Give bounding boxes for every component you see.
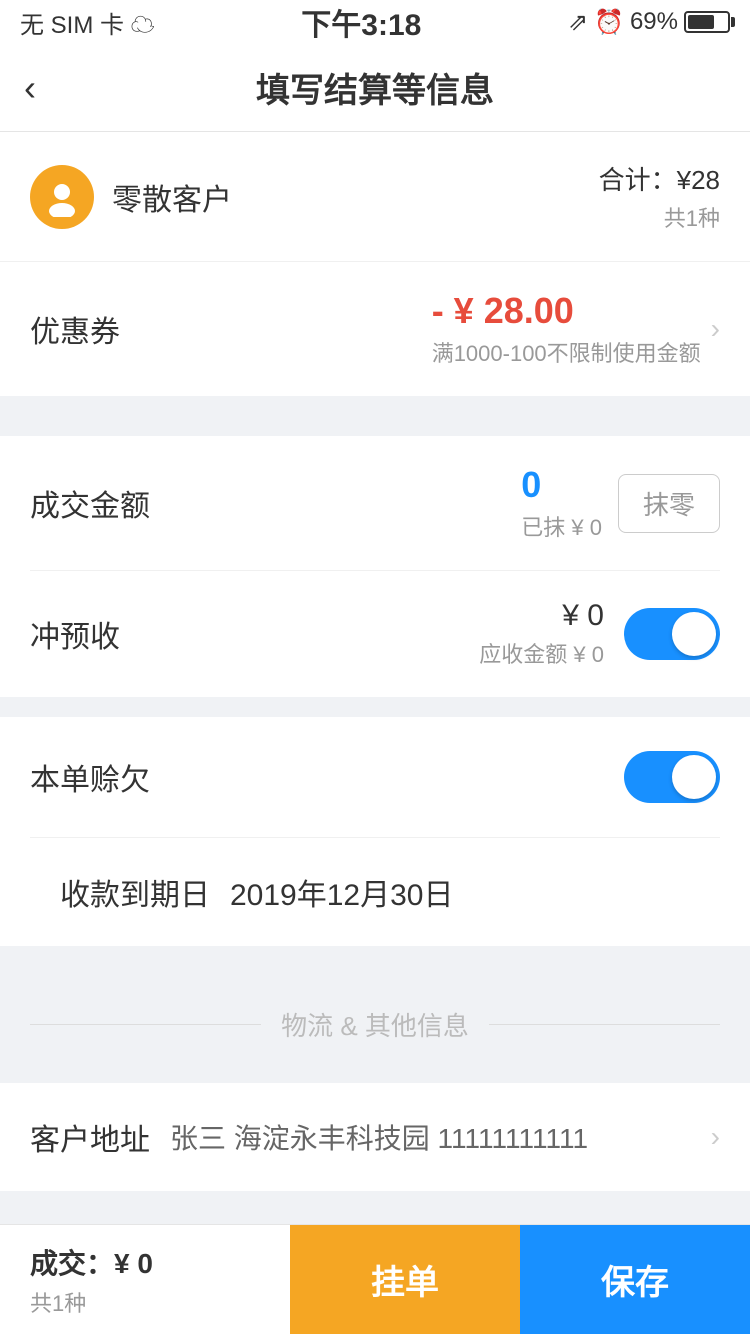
customer-total: 合计：¥28 共1种 (599, 160, 720, 233)
address-value: 张三 海淀永丰科技园 11111111111 (170, 1117, 588, 1157)
no-sim-text: 无 SIM 卡 ☁ (20, 5, 155, 40)
logistics-label: 物流 & 其他信息 (281, 1006, 469, 1043)
separator-4 (0, 1063, 750, 1083)
deal-amount-value: 0 (521, 464, 602, 506)
prepay-subtext: 应收金额 ¥ 0 (479, 637, 604, 669)
address-chevron-icon: › (711, 1121, 720, 1153)
due-date-value: 2019年12月30日 (230, 870, 453, 914)
debt-row: 本单赊欠 (30, 717, 720, 837)
separator-2 (0, 697, 750, 717)
save-button[interactable]: 保存 (520, 1225, 750, 1334)
deal-right: 0 已抹 ¥ 0 抹零 (521, 464, 720, 542)
bottom-info: 成交：¥ 0 共1种 (0, 1242, 290, 1318)
status-left: 无 SIM 卡 ☁ (20, 5, 155, 40)
avatar (30, 165, 94, 229)
battery-percent: 69% (630, 8, 678, 36)
customer-section: 零散客户 合计：¥28 共1种 优惠券 - ¥ 28.00 满1000-100不… (0, 132, 750, 396)
divider-line-left (30, 1024, 261, 1025)
bottom-deal: 成交：¥ 0 (30, 1242, 260, 1282)
round-off-button[interactable]: 抹零 (618, 474, 720, 533)
prepay-row: 冲预收 ¥ 0 应收金额 ¥ 0 (30, 571, 720, 697)
status-time: 下午3:18 (301, 0, 421, 44)
hold-button[interactable]: 挂单 (290, 1225, 520, 1334)
back-button[interactable]: ‹ (24, 67, 36, 109)
prepay-right: ¥ 0 应收金额 ¥ 0 (479, 599, 720, 669)
bottom-bar: 成交：¥ 0 共1种 挂单 保存 (0, 1224, 750, 1334)
deal-amount-label: 成交金额 (30, 481, 150, 525)
customer-name: 零散客户 (112, 175, 232, 219)
bottom-deal-prefix: 成交： (30, 1248, 114, 1279)
prepay-values: ¥ 0 应收金额 ¥ 0 (479, 599, 604, 669)
prepay-label: 冲预收 (30, 612, 120, 656)
divider-line-right (489, 1024, 720, 1025)
coupon-row[interactable]: 优惠券 - ¥ 28.00 满1000-100不限制使用金额 › (0, 261, 750, 396)
total-count: 共1种 (599, 201, 720, 233)
deal-amount-row: 成交金额 0 已抹 ¥ 0 抹零 (30, 436, 720, 571)
toggle-knob (672, 612, 716, 656)
chevron-right-icon: › (711, 313, 720, 345)
due-date-label: 收款到期日 (60, 870, 210, 914)
debt-toggle[interactable] (624, 751, 720, 803)
due-date-row: 收款到期日 2019年12月30日 (30, 837, 720, 946)
debt-section: 本单赊欠 收款到期日 2019年12月30日 (0, 717, 750, 946)
battery-fill (688, 15, 714, 29)
coupon-right: - ¥ 28.00 满1000-100不限制使用金额 › (432, 290, 720, 368)
separator-1 (0, 416, 750, 436)
coupon-label: 优惠券 (30, 307, 120, 351)
customer-left: 零散客户 (30, 165, 232, 229)
separator-3 (0, 966, 750, 986)
content: 零散客户 合计：¥28 共1种 优惠券 - ¥ 28.00 满1000-100不… (0, 132, 750, 1311)
customer-row: 零散客户 合计：¥28 共1种 (0, 132, 750, 261)
page-title: 填写结算等信息 (256, 63, 494, 112)
nav-bar: ‹ 填写结算等信息 (0, 44, 750, 132)
address-label: 客户地址 (30, 1115, 150, 1159)
coupon-info: - ¥ 28.00 满1000-100不限制使用金额 (432, 290, 701, 368)
address-left: 客户地址 张三 海淀永丰科技园 11111111111 (30, 1115, 588, 1159)
prepay-toggle[interactable] (624, 608, 720, 660)
total-label: 合计：¥28 (599, 160, 720, 197)
battery-icon (684, 11, 730, 33)
coupon-amount: - ¥ 28.00 (432, 290, 701, 332)
status-right: ⇗ ⏰ 69% (568, 8, 730, 37)
deal-subtext: 已抹 ¥ 0 (521, 510, 602, 542)
prepay-amount: ¥ 0 (479, 599, 604, 633)
location-icon: ⇗ (568, 8, 588, 37)
status-bar: 无 SIM 卡 ☁ 下午3:18 ⇗ ⏰ 69% (0, 0, 750, 44)
deal-section: 成交金额 0 已抹 ¥ 0 抹零 冲预收 ¥ 0 应收金额 ¥ 0 (0, 436, 750, 697)
debt-label: 本单赊欠 (30, 755, 150, 799)
avatar-icon (42, 177, 82, 217)
bottom-deal-value: ¥ 0 (114, 1248, 153, 1279)
deal-value-group: 0 已抹 ¥ 0 (521, 464, 602, 542)
address-row[interactable]: 客户地址 张三 海淀永丰科技园 11111111111 › (0, 1083, 750, 1191)
bottom-count: 共1种 (30, 1286, 260, 1318)
coupon-desc: 满1000-100不限制使用金额 (432, 336, 701, 368)
logistics-divider: 物流 & 其他信息 (0, 986, 750, 1063)
alarm-icon: ⏰ (594, 8, 624, 37)
debt-toggle-knob (672, 755, 716, 799)
